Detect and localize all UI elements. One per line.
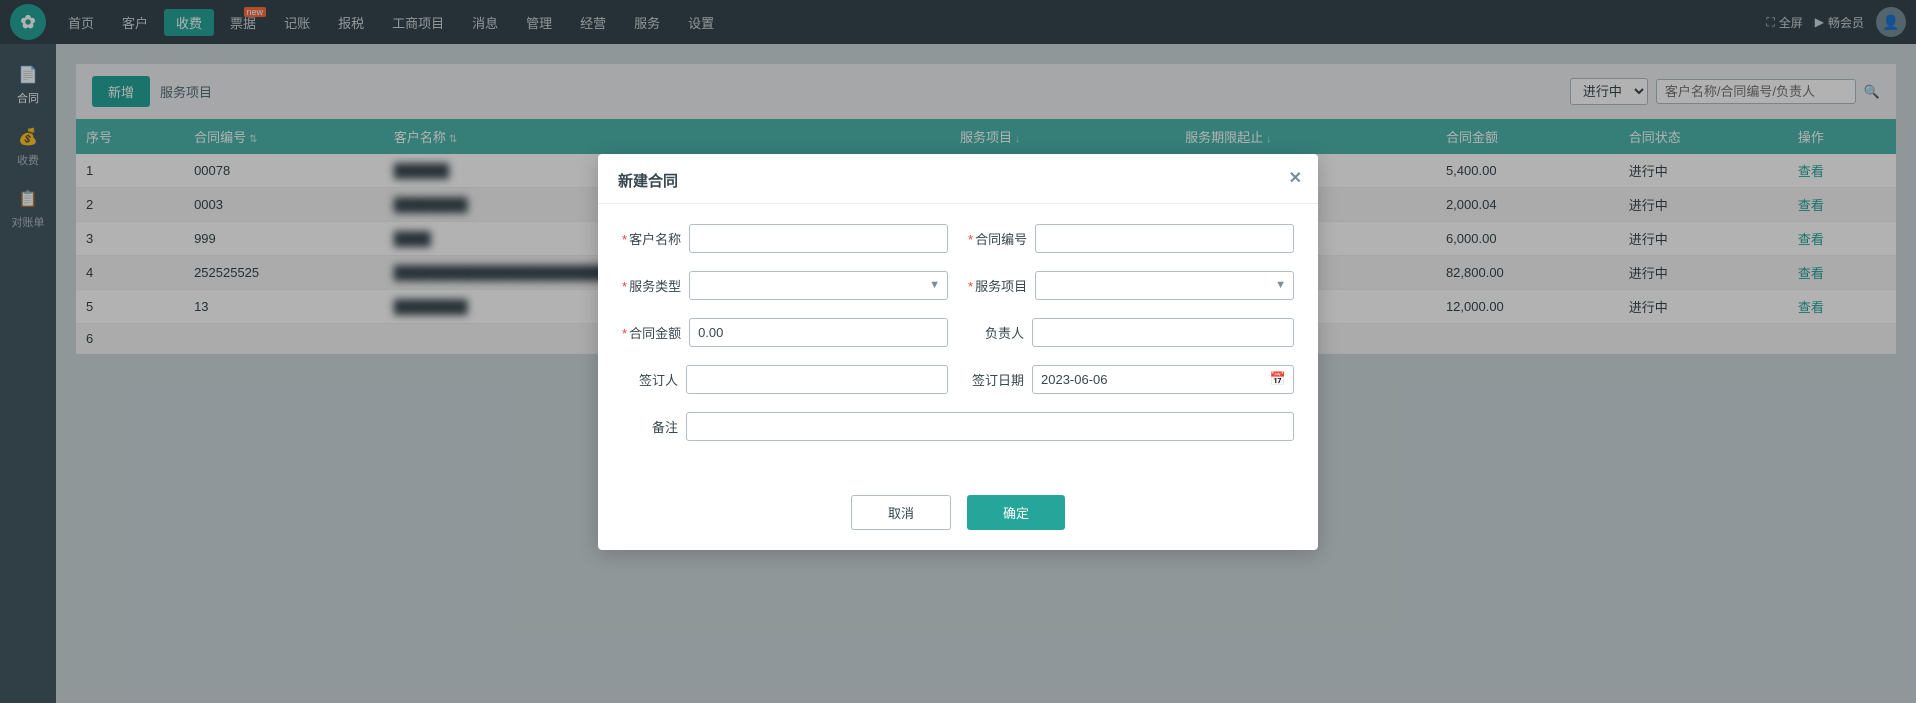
sign-date-field: 签订日期 📅 — [968, 365, 1294, 394]
contract-amount-field: *合同金额 — [622, 318, 948, 347]
required-star-3: * — [622, 279, 627, 294]
modal-title: 新建合同 — [618, 173, 678, 190]
customer-name-label: *客户名称 — [622, 229, 681, 248]
contract-no-label: *合同编号 — [968, 229, 1027, 248]
customer-name-field: *客户名称 — [622, 224, 948, 253]
responsible-person-label: 负责人 — [968, 323, 1024, 342]
service-item-field: *服务项目 ▼ — [968, 271, 1294, 300]
calendar-icon[interactable]: 📅 — [1270, 371, 1286, 387]
contract-amount-input[interactable] — [689, 318, 948, 347]
contract-amount-label: *合同金额 — [622, 323, 681, 342]
sign-date-input[interactable] — [1032, 365, 1294, 394]
signatory-label: 签订人 — [622, 370, 678, 389]
remark-label: 备注 — [622, 417, 678, 436]
service-item-wrapper: ▼ — [1035, 271, 1294, 300]
customer-name-input[interactable] — [689, 224, 948, 253]
sign-date-label: 签订日期 — [968, 370, 1024, 389]
required-star-4: * — [968, 279, 973, 294]
contract-no-input[interactable] — [1035, 224, 1294, 253]
responsible-person-field: 负责人 — [968, 318, 1294, 347]
signatory-field: 签订人 — [622, 365, 948, 394]
cancel-button[interactable]: 取消 — [851, 495, 951, 530]
contract-no-field: *合同编号 — [968, 224, 1294, 253]
required-star: * — [622, 232, 627, 247]
modal-footer: 取消 确定 — [598, 479, 1318, 550]
remark-input[interactable] — [686, 412, 1294, 441]
service-type-select[interactable] — [689, 271, 948, 300]
form-row-2: *服务类型 ▼ *服务项目 — [622, 271, 1294, 300]
sign-date-wrapper: 📅 — [1032, 365, 1294, 394]
confirm-button[interactable]: 确定 — [967, 495, 1065, 530]
remark-field: 备注 — [622, 412, 1294, 441]
service-type-field: *服务类型 ▼ — [622, 271, 948, 300]
responsible-person-input[interactable] — [1032, 318, 1294, 347]
modal-overlay: 新建合同 ✕ *客户名称 *合同编号 — [0, 0, 1916, 703]
service-type-label: *服务类型 — [622, 276, 681, 295]
new-contract-modal: 新建合同 ✕ *客户名称 *合同编号 — [598, 154, 1318, 550]
service-item-label: *服务项目 — [968, 276, 1027, 295]
form-row-4: 签订人 签订日期 📅 — [622, 365, 1294, 394]
modal-header: 新建合同 ✕ — [598, 154, 1318, 204]
modal-close-button[interactable]: ✕ — [1289, 168, 1302, 188]
service-type-wrapper: ▼ — [689, 271, 948, 300]
required-star-5: * — [622, 326, 627, 341]
service-item-select[interactable] — [1035, 271, 1294, 300]
form-row-3: *合同金额 负责人 — [622, 318, 1294, 347]
required-star-2: * — [968, 232, 973, 247]
modal-body: *客户名称 *合同编号 *服务类型 — [598, 204, 1318, 479]
form-row-1: *客户名称 *合同编号 — [622, 224, 1294, 253]
form-row-5: 备注 — [622, 412, 1294, 441]
signatory-input[interactable] — [686, 365, 948, 394]
